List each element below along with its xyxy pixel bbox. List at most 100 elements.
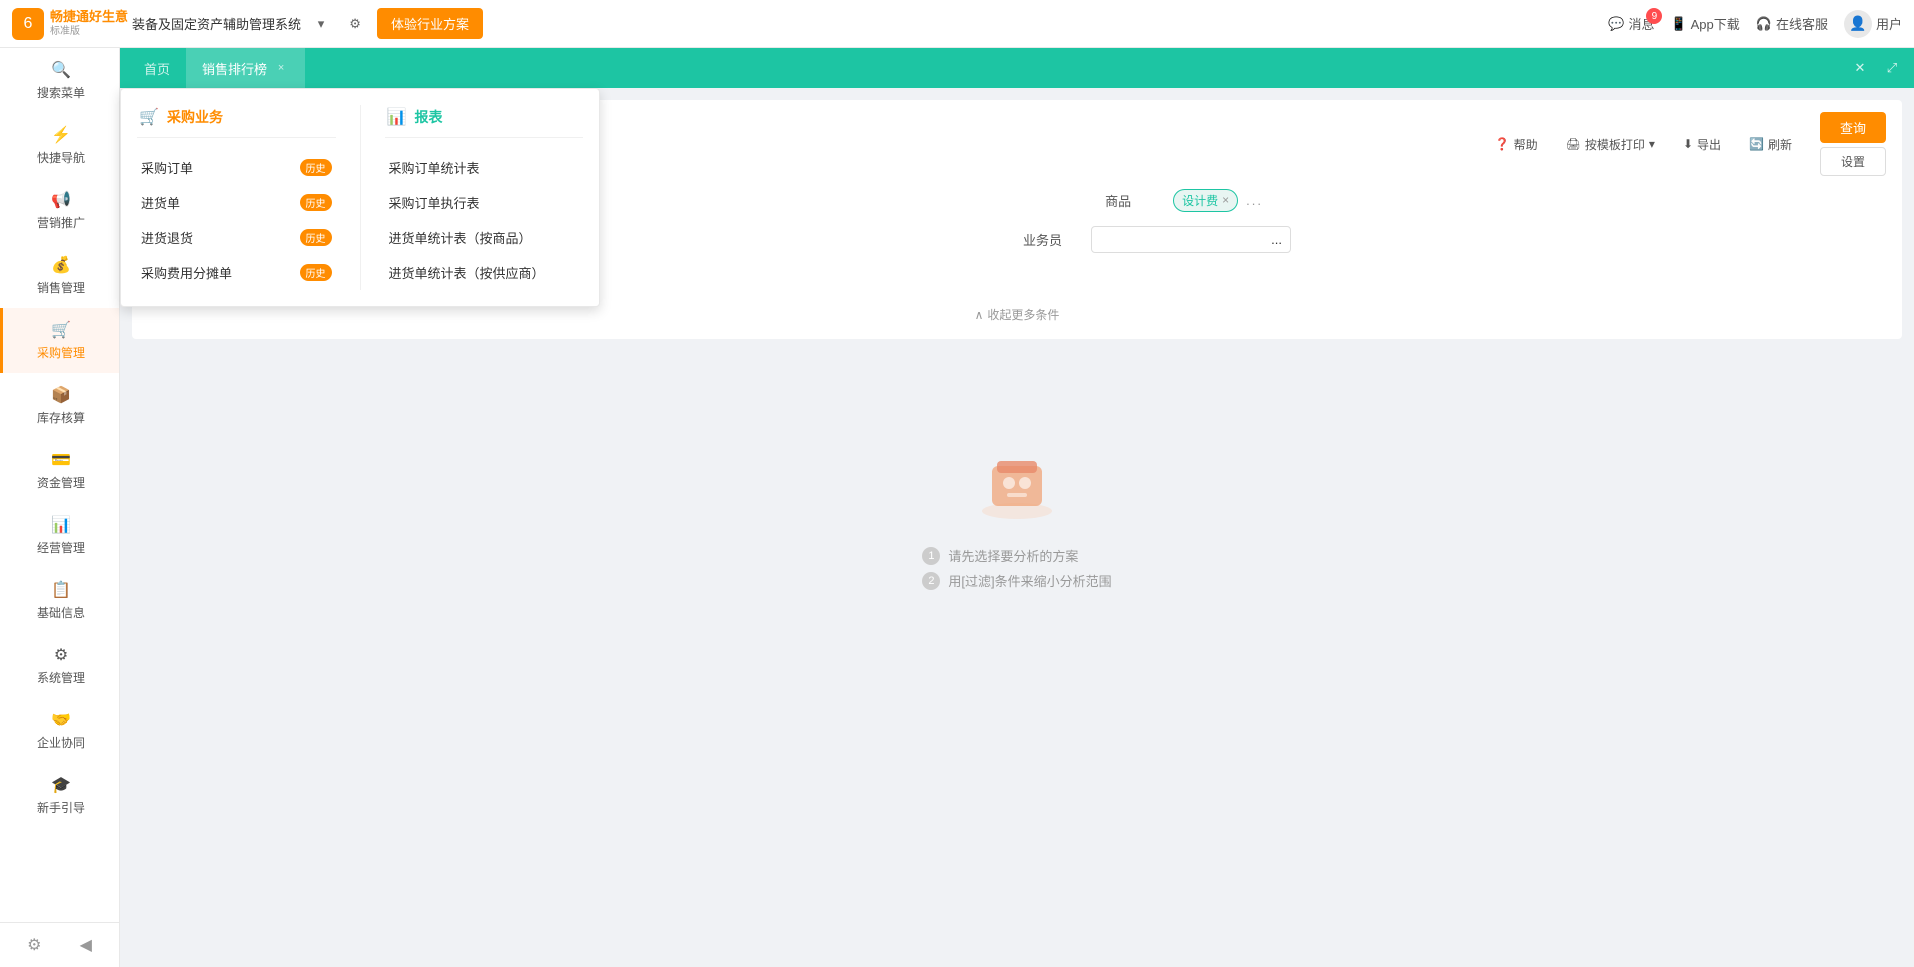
menu-item-po[interactable]: 采购订单 历史: [137, 150, 336, 185]
system-icon: ⚙: [54, 645, 68, 665]
menu-item-receipt-history: 历史: [300, 194, 332, 211]
user-btn[interactable]: 👤 用户: [1844, 10, 1902, 38]
message-btn[interactable]: 💬 消息 9: [1608, 14, 1654, 33]
quick-nav-icon: ⚡: [51, 125, 71, 145]
collapse-arrow-icon: ∧: [975, 308, 984, 322]
message-icon: 💬: [1608, 16, 1624, 32]
menu-item-expense[interactable]: 采购费用分摊单 历史: [137, 255, 336, 290]
logo-area: 6 畅捷通好生意 标准版: [12, 8, 132, 40]
marketing-icon: 📢: [51, 190, 71, 210]
menu-item-receipt[interactable]: 进货单 历史: [137, 185, 336, 220]
sidebar-item-label: 销售管理: [37, 279, 85, 296]
menu-item-receipt-stat-goods[interactable]: 进货单统计表（按商品）: [385, 220, 584, 255]
menu-item-po-history: 历史: [300, 159, 332, 176]
print-btn[interactable]: 🖨 按模板打印 ▾: [1558, 112, 1663, 176]
sidebar-item-label: 库存核算: [37, 409, 85, 426]
tab-sales-rank[interactable]: 销售排行榜 ×: [186, 48, 305, 88]
sidebar-item-system[interactable]: ⚙ 系统管理: [0, 633, 119, 698]
app-download-label: App下载: [1691, 14, 1740, 33]
help-icon: ❓: [1495, 137, 1510, 151]
tab-sales-rank-label: 销售排行榜: [202, 59, 267, 78]
sidebar-item-sales[interactable]: 💰 销售管理: [0, 243, 119, 308]
sidebar-item-label: 基础信息: [37, 604, 85, 621]
dropdown-divider: [360, 105, 361, 290]
menu-item-return-history: 历史: [300, 229, 332, 246]
sidebar-item-marketing[interactable]: 📢 营销推广: [0, 178, 119, 243]
menu-item-po-label: 采购订单: [141, 158, 193, 177]
purchase-col-title-text: 采购业务: [167, 107, 223, 127]
sidebar-item-operation[interactable]: 📊 经营管理: [0, 503, 119, 568]
sidebar-item-label: 经营管理: [37, 539, 85, 556]
sidebar-item-purchase[interactable]: 🛒 采购管理: [0, 308, 119, 373]
menu-item-receipt-stat-supplier[interactable]: 进货单统计表（按供应商）: [385, 255, 584, 290]
menu-item-expense-history: 历史: [300, 264, 332, 281]
sidebar-item-basic-info[interactable]: 📋 基础信息: [0, 568, 119, 633]
sidebar-item-label: 搜索菜单: [37, 84, 85, 101]
sidebar-item-label: 快捷导航: [37, 149, 85, 166]
tab-home[interactable]: 首页: [128, 48, 186, 88]
print-icon: 🖨: [1566, 137, 1581, 151]
refresh-btn[interactable]: 🔄 刷新: [1741, 112, 1800, 176]
settings-button[interactable]: 设置: [1820, 147, 1886, 176]
system-dropdown-btn[interactable]: ▾: [309, 12, 333, 36]
menu-item-receipt-label: 进货单: [141, 193, 180, 212]
tab-maximize-btn[interactable]: ⤢: [1878, 54, 1906, 82]
sidebar-item-label: 采购管理: [37, 344, 85, 361]
salesman-label: 业务员: [1023, 230, 1083, 249]
sidebar-item-search-menu[interactable]: 🔍 搜索菜单: [0, 48, 119, 113]
sidebar-item-inventory[interactable]: 📦 库存核算: [0, 373, 119, 438]
collapse-label: 收起更多条件: [987, 306, 1059, 323]
menu-item-po-stat[interactable]: 采购订单统计表: [385, 150, 584, 185]
empty-tip-1-text: 请先选择要分析的方案: [948, 546, 1078, 565]
help-btn[interactable]: ❓ 帮助: [1487, 112, 1546, 176]
user-label: 用户: [1876, 14, 1902, 33]
sidebar-item-label: 新手引导: [37, 799, 85, 816]
empty-state: 1 请先选择要分析的方案 2 用[过滤]条件来缩小分析范围: [132, 351, 1902, 670]
sidebar-item-label: 资金管理: [37, 474, 85, 491]
purchase-icon: 🛒: [51, 320, 71, 340]
tab-close-all-btn[interactable]: ✕: [1846, 54, 1874, 82]
goods-label: 商品: [1105, 191, 1165, 210]
help-label: 帮助: [1514, 136, 1538, 153]
empty-tip-2-text: 用[过滤]条件来缩小分析范围: [948, 571, 1111, 590]
purchase-dropdown-menu: 🛒 采购业务 采购订单 历史 进货单 历史 进货退货 历史 采购费用分摊单 历史: [120, 88, 600, 307]
sidebar-item-newbie[interactable]: 🎓 新手引导: [0, 763, 119, 828]
export-btn[interactable]: ⬇ 导出: [1675, 112, 1729, 176]
goods-tag-close[interactable]: ×: [1222, 193, 1229, 207]
sidebar-item-enterprise[interactable]: 🤝 企业协同: [0, 698, 119, 763]
menu-item-receipt-stat-goods-label: 进货单统计表（按商品）: [389, 228, 532, 247]
menu-item-po-exec-label: 采购订单执行表: [389, 193, 480, 212]
operation-icon: 📊: [51, 515, 71, 535]
sidebar-settings-icon[interactable]: ⚙: [27, 935, 41, 955]
query-button[interactable]: 查询: [1820, 112, 1886, 143]
sidebar-item-capital[interactable]: 💳 资金管理: [0, 438, 119, 503]
online-service-label: 在线客服: [1776, 14, 1828, 33]
system-settings-btn[interactable]: ⚙: [341, 10, 369, 38]
menu-item-expense-label: 采购费用分摊单: [141, 263, 232, 282]
tab-close-btn[interactable]: ×: [273, 60, 289, 76]
purchase-col-icon: 🛒: [137, 105, 161, 129]
sidebar-collapse-icon[interactable]: ◀: [80, 935, 92, 955]
menu-item-return[interactable]: 进货退货 历史: [137, 220, 336, 255]
export-icon: ⬇: [1683, 137, 1693, 151]
purchase-col-title: 🛒 采购业务: [137, 105, 336, 138]
menu-item-po-exec[interactable]: 采购订单执行表: [385, 185, 584, 220]
refresh-label: 刷新: [1768, 136, 1792, 153]
salesman-dots: ...: [1271, 232, 1282, 247]
online-service-btn[interactable]: 🎧 在线客服: [1756, 14, 1828, 33]
empty-tip-2: 2 用[过滤]条件来缩小分析范围: [922, 571, 1111, 590]
inventory-icon: 📦: [51, 385, 71, 405]
sidebar: 🔍 搜索菜单 ⚡ 快捷导航 📢 营销推广 💰 销售管理 🛒 采购管理 📦 库存核…: [0, 48, 120, 967]
menu-item-receipt-stat-supplier-label: 进货单统计表（按供应商）: [389, 263, 545, 282]
tab-home-label: 首页: [144, 59, 170, 78]
sidebar-item-quick-nav[interactable]: ⚡ 快捷导航: [0, 113, 119, 178]
salesman-select[interactable]: ...: [1091, 226, 1291, 253]
sidebar-item-label: 系统管理: [37, 669, 85, 686]
message-badge: 9: [1646, 8, 1662, 24]
goods-dots[interactable]: ...: [1246, 193, 1263, 208]
menu-item-return-label: 进货退货: [141, 228, 193, 247]
industry-btn[interactable]: 体验行业方案: [377, 8, 483, 39]
header-center: 装备及固定资产辅助管理系统 ▾ ⚙ 体验行业方案: [132, 8, 1608, 39]
app-download-btn[interactable]: 📱 App下载: [1670, 14, 1739, 33]
collapse-btn[interactable]: ∧ 收起更多条件: [975, 302, 1060, 327]
